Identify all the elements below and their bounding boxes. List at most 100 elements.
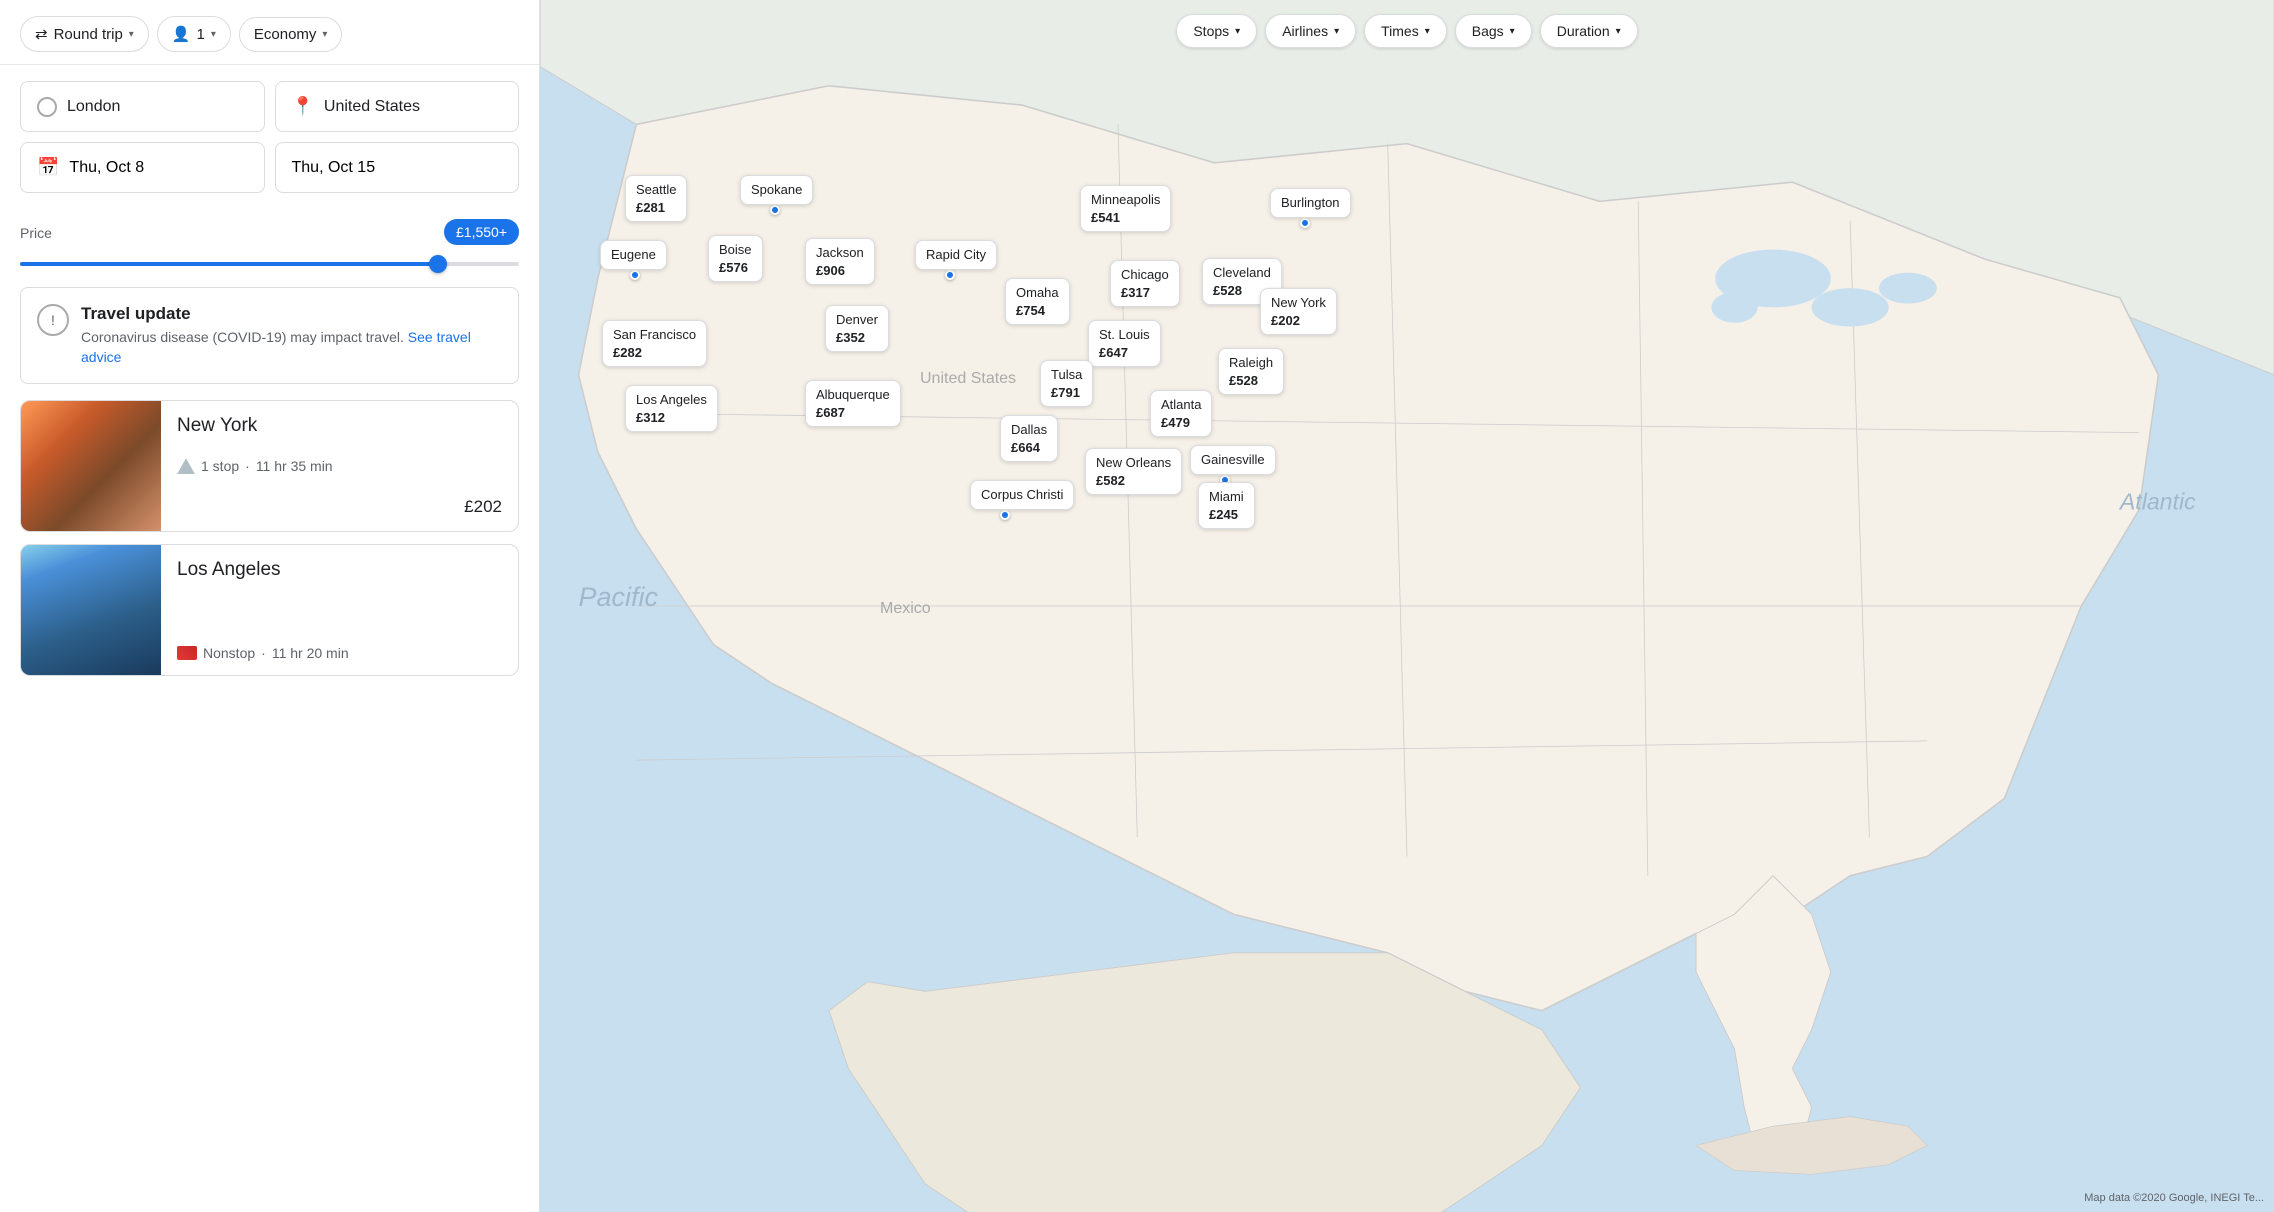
location-row: London 📍 United States	[20, 81, 519, 132]
calendar-icon: 📅	[37, 157, 59, 178]
map-dot-burlington	[1300, 218, 1310, 228]
price-pin-miami[interactable]: Miami£245	[1198, 482, 1255, 529]
bags-filter[interactable]: Bags ▾	[1455, 14, 1532, 48]
price-pin-rapid-city[interactable]: Rapid City	[915, 240, 997, 270]
passengers-chevron: ▾	[211, 29, 216, 40]
price-pin-spokane[interactable]: Spokane	[740, 175, 813, 205]
new-york-info: New York 1 stop · 11 hr 35 min £202	[161, 401, 518, 531]
price-pin-gainesville[interactable]: Gainesville	[1190, 445, 1276, 475]
search-fields: London 📍 United States 📅 Thu, Oct 8 Thu,…	[0, 65, 539, 209]
price-section: Price £1,550+	[0, 209, 539, 287]
airline-logo-la	[177, 646, 197, 660]
stops-chevron: ▾	[1235, 26, 1240, 37]
cabin-class-label: Economy	[254, 26, 317, 43]
destination-input[interactable]: 📍 United States	[275, 81, 520, 132]
price-pin-new-orleans[interactable]: New Orleans£582	[1085, 448, 1182, 495]
origin-input[interactable]: London	[20, 81, 265, 132]
travel-update-card: ! Travel update Coronavirus disease (COV…	[20, 287, 519, 384]
los-angeles-stops: Nonstop	[203, 645, 255, 661]
flight-card-los-angeles[interactable]: Los Angeles Nonstop · 11 hr 20 min	[20, 544, 519, 676]
duration-label: Duration	[1557, 23, 1610, 39]
los-angeles-details: Nonstop · 11 hr 20 min	[177, 645, 502, 661]
bags-chevron: ▾	[1510, 26, 1515, 37]
los-angeles-info: Los Angeles Nonstop · 11 hr 20 min	[161, 545, 518, 675]
dot-separator-2: ·	[261, 645, 266, 661]
date-row: 📅 Thu, Oct 8 Thu, Oct 15	[20, 142, 519, 193]
price-pin-st.-louis[interactable]: St. Louis£647	[1088, 320, 1161, 367]
travel-update-body: Coronavirus disease (COVID-19) may impac…	[81, 329, 404, 345]
los-angeles-image	[21, 545, 161, 675]
destination-label: United States	[324, 98, 420, 116]
new-york-duration: 11 hr 35 min	[256, 458, 333, 474]
origin-icon	[37, 97, 57, 117]
times-filter[interactable]: Times ▾	[1364, 14, 1447, 48]
passengers-label: 1	[197, 26, 205, 43]
map-dot-corpus-christi	[1000, 510, 1010, 520]
dot-separator: ·	[245, 458, 250, 474]
stops-label: Stops	[1193, 23, 1229, 39]
price-pin-tulsa[interactable]: Tulsa£791	[1040, 360, 1093, 407]
airlines-filter[interactable]: Airlines ▾	[1265, 14, 1356, 48]
travel-update-title: Travel update	[81, 304, 502, 324]
travel-update-text: Coronavirus disease (COVID-19) may impac…	[81, 328, 502, 367]
price-pin-eugene[interactable]: Eugene	[600, 240, 667, 270]
destination-icon: 📍	[292, 96, 314, 117]
price-slider-container	[20, 253, 519, 271]
svg-text:Atlantic: Atlantic	[2118, 489, 2196, 515]
map-dot-spokane	[770, 205, 780, 215]
date-to-label: Thu, Oct 15	[292, 159, 376, 177]
person-icon: 👤	[172, 25, 191, 43]
date-from-input[interactable]: 📅 Thu, Oct 8	[20, 142, 265, 193]
new-york-city: New York	[177, 415, 502, 437]
duration-filter[interactable]: Duration ▾	[1540, 14, 1638, 48]
price-pin-chicago[interactable]: Chicago£317	[1110, 260, 1180, 307]
new-york-price: £202	[177, 497, 502, 517]
passengers-button[interactable]: 👤 1 ▾	[157, 16, 231, 52]
stops-filter[interactable]: Stops ▾	[1176, 14, 1257, 48]
map-dot-eugene	[630, 270, 640, 280]
price-pin-albuquerque[interactable]: Albuquerque£687	[805, 380, 901, 427]
round-trip-button[interactable]: ⇄ Round trip ▾	[20, 16, 149, 52]
los-angeles-city: Los Angeles	[177, 559, 502, 581]
map-dot-rapid-city	[945, 270, 955, 280]
new-york-details: 1 stop · 11 hr 35 min	[177, 458, 502, 474]
date-from-label: Thu, Oct 8	[69, 159, 144, 177]
origin-label: London	[67, 98, 120, 116]
top-bar: ⇄ Round trip ▾ 👤 1 ▾ Economy ▾	[0, 0, 539, 65]
price-pin-boise[interactable]: Boise£576	[708, 235, 763, 282]
round-trip-chevron: ▾	[129, 29, 134, 40]
map-area: Pacific Atlantic United States Mexico St…	[540, 0, 2274, 1212]
filter-bar: Stops ▾ Airlines ▾ Times ▾ Bags ▾ Durati…	[540, 14, 2274, 48]
travel-update-content: Travel update Coronavirus disease (COVID…	[81, 304, 502, 367]
swap-icon: ⇄	[35, 25, 48, 43]
price-pin-omaha[interactable]: Omaha£754	[1005, 278, 1070, 325]
times-label: Times	[1381, 23, 1419, 39]
price-pin-denver[interactable]: Denver£352	[825, 305, 889, 352]
duration-chevron: ▾	[1616, 26, 1621, 37]
airlines-label: Airlines	[1282, 23, 1328, 39]
map-credit: Map data ©2020 Google, INEGI Te...	[2084, 1192, 2264, 1204]
price-pin-corpus-christi[interactable]: Corpus Christi	[970, 480, 1074, 510]
price-pin-los-angeles[interactable]: Los Angeles£312	[625, 385, 718, 432]
airline-logo-ny	[177, 458, 195, 474]
price-badge: £1,550+	[444, 219, 519, 245]
los-angeles-duration: 11 hr 20 min	[272, 645, 349, 661]
price-pin-jackson[interactable]: Jackson£906	[805, 238, 875, 285]
date-to-input[interactable]: Thu, Oct 15	[275, 142, 520, 193]
price-pin-new-york[interactable]: New York£202	[1260, 288, 1337, 335]
svg-text:Pacific: Pacific	[579, 582, 659, 612]
price-pin-minneapolis[interactable]: Minneapolis£541	[1080, 185, 1171, 232]
price-slider[interactable]	[20, 262, 519, 266]
new-york-image	[21, 401, 161, 531]
price-pin-san-francisco[interactable]: San Francisco£282	[602, 320, 707, 367]
price-pin-dallas[interactable]: Dallas£664	[1000, 415, 1058, 462]
price-pin-raleigh[interactable]: Raleigh£528	[1218, 348, 1284, 395]
round-trip-label: Round trip	[54, 26, 123, 43]
price-pin-burlington[interactable]: Burlington	[1270, 188, 1351, 218]
cabin-class-button[interactable]: Economy ▾	[239, 17, 343, 52]
price-pin-seattle[interactable]: Seattle£281	[625, 175, 687, 222]
cabin-class-chevron: ▾	[322, 29, 327, 40]
price-pin-atlanta[interactable]: Atlanta£479	[1150, 390, 1212, 437]
new-york-stops: 1 stop	[201, 458, 239, 474]
flight-card-new-york[interactable]: New York 1 stop · 11 hr 35 min £202	[20, 400, 519, 532]
